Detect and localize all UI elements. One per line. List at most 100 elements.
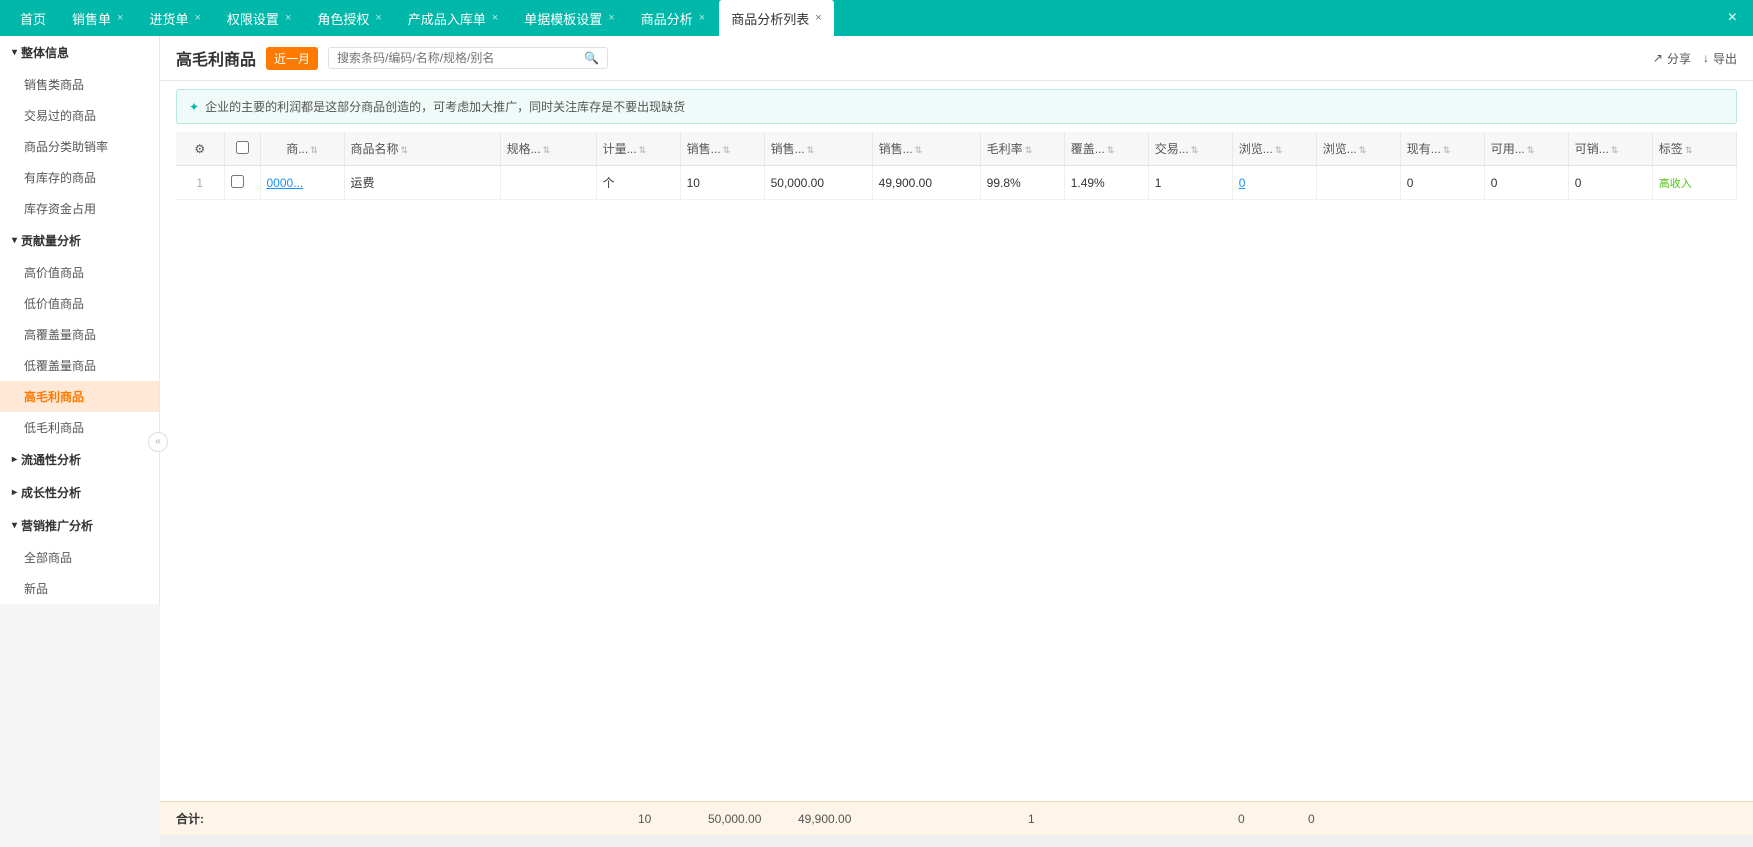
share-button[interactable]: ↗ 分享 — [1653, 50, 1691, 67]
nav-item-8[interactable]: 商品分析列表 × — [719, 0, 833, 36]
sidebar-group-0[interactable]: ▾整体信息 — [0, 36, 159, 69]
sidebar-item-4-1[interactable]: 新品 — [0, 573, 159, 604]
sidebar-group-3[interactable]: ▸成长性分析 — [0, 476, 159, 509]
sidebar-group-1[interactable]: ▾贡献量分析 — [0, 224, 159, 257]
sort-icon-11[interactable]: ⇅ — [1191, 145, 1199, 155]
close-all-button[interactable]: × — [1720, 9, 1745, 27]
nav-item-5[interactable]: 产成品入库单 × — [396, 0, 510, 36]
nav-item-7[interactable]: 商品分析 × — [629, 0, 717, 36]
sidebar-item-1-2[interactable]: 高覆盖量商品 — [0, 319, 159, 350]
th-17: 标签⇅ — [1652, 132, 1736, 166]
sort-icon-2[interactable]: ⇅ — [310, 145, 318, 155]
sort-icon-13[interactable]: ⇅ — [1359, 145, 1367, 155]
sort-icon-5[interactable]: ⇅ — [639, 145, 647, 155]
nav-item-6[interactable]: 单据模板设置 × — [512, 0, 626, 36]
horizontal-scrollbar[interactable] — [160, 835, 1753, 847]
select-all-checkbox[interactable] — [236, 141, 249, 154]
nav-close-icon-4[interactable]: × — [375, 12, 381, 24]
sidebar-item-1-0[interactable]: 高价值商品 — [0, 257, 159, 288]
row-current: 0 — [1400, 166, 1484, 200]
sidebar-group-4[interactable]: ▾营销推广分析 — [0, 509, 159, 542]
th-0: ⚙ — [176, 132, 224, 166]
sidebar-item-0-0[interactable]: 销售类商品 — [0, 69, 159, 100]
export-button[interactable]: ↓ 导出 — [1703, 50, 1737, 67]
filter-period-button[interactable]: 近一月 — [266, 47, 318, 70]
th-6: 销售...⇅ — [680, 132, 764, 166]
nav-close-icon-2[interactable]: × — [194, 12, 200, 24]
sidebar-item-1-3[interactable]: 低覆盖量商品 — [0, 350, 159, 381]
sidebar-item-0-2[interactable]: 商品分类助销率 — [0, 131, 159, 162]
th-14: 现有...⇅ — [1400, 132, 1484, 166]
nav-close-icon-3[interactable]: × — [285, 12, 291, 24]
sort-icon-9[interactable]: ⇅ — [1025, 145, 1033, 155]
row-browse1[interactable]: 0 — [1232, 166, 1316, 200]
th-8: 销售...⇅ — [872, 132, 980, 166]
search-input[interactable] — [337, 51, 584, 65]
col-label-13: 浏览... — [1323, 142, 1357, 156]
footer-cell-15: 0 — [1302, 812, 1372, 826]
nav-item-0[interactable]: 首页 — [8, 0, 58, 36]
search-icon[interactable]: 🔍 — [584, 51, 599, 65]
sort-icon-12[interactable]: ⇅ — [1275, 145, 1283, 155]
sort-icon-16[interactable]: ⇅ — [1611, 145, 1619, 155]
row-sales2: 50,000.00 — [764, 166, 872, 200]
col-label-9: 毛利率 — [987, 142, 1023, 156]
footer-cell-6: 10 — [632, 812, 702, 826]
sidebar-item-1-4[interactable]: 高毛利商品 — [0, 381, 159, 412]
search-wrap: 🔍 — [328, 47, 608, 69]
sidebar-group-2[interactable]: ▸流通性分析 — [0, 443, 159, 476]
sidebar-group-arrow-2: ▸ — [12, 454, 17, 465]
nav-close-icon-1[interactable]: × — [117, 12, 123, 24]
col-label-4: 规格... — [507, 142, 541, 156]
row-tag: 高收入 — [1652, 166, 1736, 200]
nav-close-icon-7[interactable]: × — [699, 12, 705, 24]
info-banner: ✦ 企业的主要的利润都是这部分商品创造的，可考虑加大推广，同时关注库存是不要出现… — [176, 89, 1737, 124]
th-11: 交易...⇅ — [1148, 132, 1232, 166]
col-label-15: 可用... — [1491, 142, 1525, 156]
footer-cell-8: 49,900.00 — [792, 812, 882, 826]
nav-close-icon-5[interactable]: × — [492, 12, 498, 24]
col-label-14: 现有... — [1407, 142, 1441, 156]
nav-item-3[interactable]: 权限设置 × — [215, 0, 303, 36]
row-gross-margin: 99.8% — [980, 166, 1064, 200]
nav-item-4[interactable]: 角色授权 × — [305, 0, 393, 36]
sort-icon-8[interactable]: ⇅ — [915, 145, 923, 155]
footer-totals: 合计: 1050,000.0049,900.00100 — [160, 801, 1753, 835]
nav-item-1[interactable]: 销售单 × — [60, 0, 135, 36]
th-15: 可用...⇅ — [1484, 132, 1568, 166]
sort-icon-6[interactable]: ⇅ — [723, 145, 731, 155]
sidebar-group-arrow-4: ▾ — [12, 520, 17, 531]
row-name: 运费 — [344, 166, 500, 200]
row-sales3: 49,900.00 — [872, 166, 980, 200]
th-5: 计量...⇅ — [596, 132, 680, 166]
th-12: 浏览...⇅ — [1232, 132, 1316, 166]
sidebar-item-0-4[interactable]: 库存资金占用 — [0, 193, 159, 224]
sort-icon-17[interactable]: ⇅ — [1685, 145, 1693, 155]
sidebar-collapse-button[interactable]: « — [148, 432, 168, 452]
settings-icon[interactable]: ⚙ — [194, 142, 205, 156]
col-label-16: 可销... — [1575, 142, 1609, 156]
nav-item-2[interactable]: 进货单 × — [137, 0, 212, 36]
footer-cell-11: 1 — [1022, 812, 1092, 826]
sort-icon-4[interactable]: ⇅ — [543, 145, 551, 155]
sidebar-item-0-1[interactable]: 交易过的商品 — [0, 100, 159, 131]
sidebar-item-1-5[interactable]: 低毛利商品 — [0, 412, 159, 443]
col-label-8: 销售... — [879, 142, 913, 156]
sort-icon-7[interactable]: ⇅ — [807, 145, 815, 155]
sort-icon-14[interactable]: ⇅ — [1443, 145, 1451, 155]
row-code[interactable]: 0000... — [260, 166, 344, 200]
sort-icon-3[interactable]: ⇅ — [401, 145, 409, 155]
row-checkbox[interactable] — [231, 175, 244, 188]
sidebar-item-4-0[interactable]: 全部商品 — [0, 542, 159, 573]
nav-close-icon-6[interactable]: × — [608, 12, 614, 24]
sidebar-container: ▾整体信息销售类商品交易过的商品商品分类助销率有库存的商品库存资金占用▾贡献量分… — [0, 36, 160, 847]
row-spec — [500, 166, 596, 200]
row-sales1: 10 — [680, 166, 764, 200]
table-header-row: ⚙商...⇅商品名称⇅规格...⇅计量...⇅销售...⇅销售...⇅销售...… — [176, 132, 1737, 166]
nav-close-icon-8[interactable]: × — [815, 12, 821, 24]
share-icon: ↗ — [1653, 51, 1663, 65]
sort-icon-15[interactable]: ⇅ — [1527, 145, 1535, 155]
sidebar-item-1-1[interactable]: 低价值商品 — [0, 288, 159, 319]
sort-icon-10[interactable]: ⇅ — [1107, 145, 1115, 155]
sidebar-item-0-3[interactable]: 有库存的商品 — [0, 162, 159, 193]
